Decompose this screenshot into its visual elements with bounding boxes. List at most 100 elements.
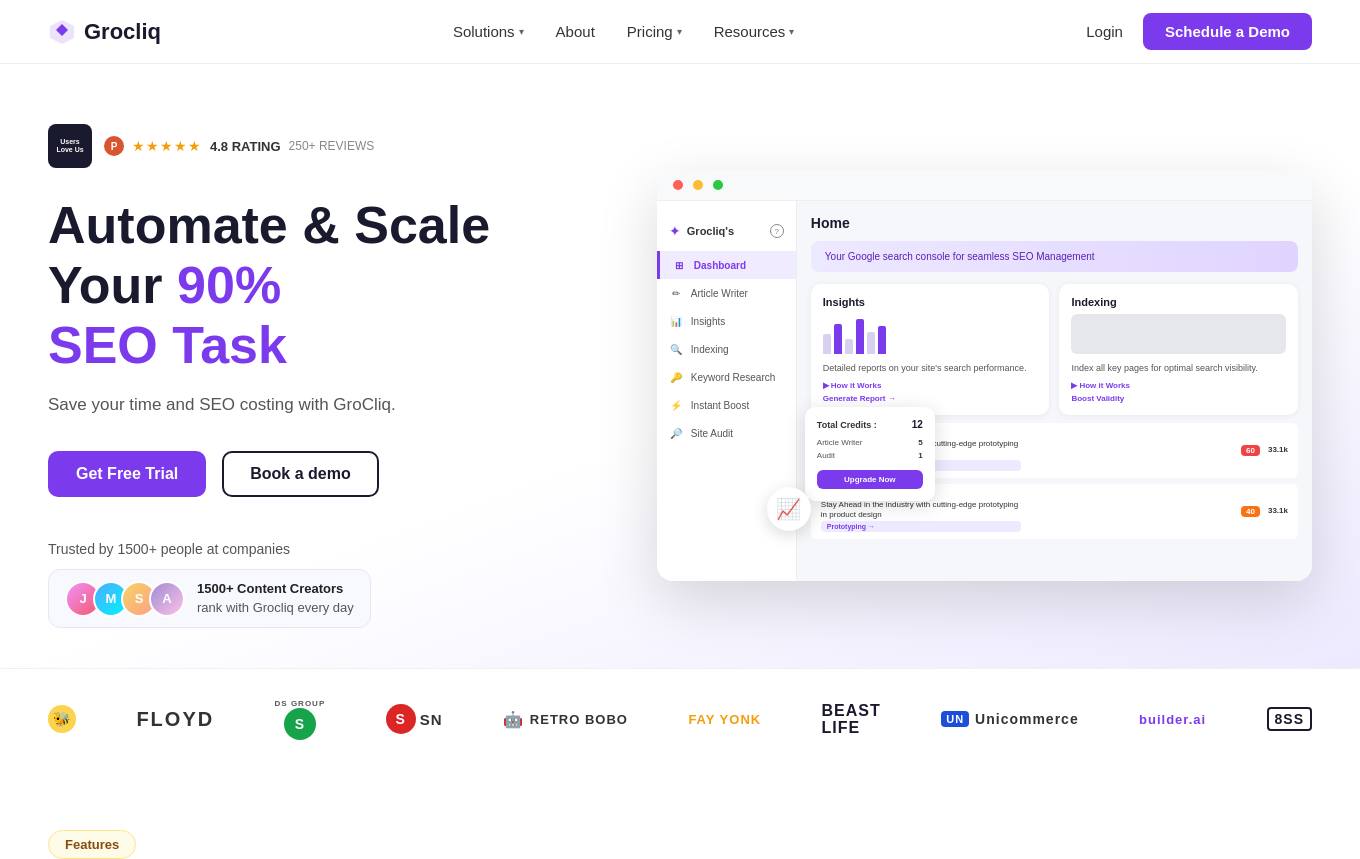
product-hunt-icon: P xyxy=(104,136,124,156)
generate-report-btn[interactable]: Generate Report → xyxy=(823,394,1038,403)
mockup-star-icon: ✦ xyxy=(669,223,681,239)
hero-right: ✦ Grocliq's ? ⊞ Dashboard ✏ Article Writ… xyxy=(617,170,1312,581)
logo-builder-ai: builder.ai xyxy=(1139,712,1206,727)
mockup-main: Home Your Google search console for seam… xyxy=(797,201,1312,581)
indexing-how-it-works-btn[interactable]: ▶ How it Works xyxy=(1071,381,1286,390)
nav-links: Solutions ▾ About Pricing ▾ Resources ▾ xyxy=(453,23,794,40)
get-free-trial-button[interactable]: Get Free Trial xyxy=(48,451,206,497)
sidebar-item-site-audit[interactable]: 🔎 Site Audit xyxy=(657,419,796,447)
rating-value: 4.8 RATING xyxy=(210,139,281,154)
avatar-4: A xyxy=(149,581,185,617)
how-it-works-btn[interactable]: ▶ How it Works xyxy=(823,381,1038,390)
logo-retro: 🤖 RETRO BOBO xyxy=(503,710,628,729)
logo-unicommerce: UN Unicommerce xyxy=(941,711,1078,727)
logo-floyd: FLOYD xyxy=(136,708,214,731)
rating-row: P ★★★★★ 4.8 RATING 250+ REVIEWS xyxy=(104,136,374,156)
users-love-us-badge: Users Love Us xyxy=(48,124,92,168)
trusted-label: Trusted by 1500+ people at companies xyxy=(48,541,568,557)
play-icon-2: ▶ xyxy=(1071,381,1077,390)
reviews-count: 250+ REVIEWS xyxy=(289,139,375,153)
insights-icon: 📊 xyxy=(669,314,683,328)
logo-icon-1: 🐝 xyxy=(48,705,76,733)
hero-left: Users Love Us P ★★★★★ 4.8 RATING 250+ RE… xyxy=(48,124,568,628)
logo-item-1: 🐝 xyxy=(48,705,76,733)
article-writer-icon: ✏ xyxy=(669,286,683,300)
logo-beast-life: BEASTLIFE xyxy=(822,702,881,737)
title-line2: SEO Task xyxy=(48,316,287,374)
title-accent: 90% xyxy=(177,256,281,314)
dashboard-mockup: ✦ Grocliq's ? ⊞ Dashboard ✏ Article Writ… xyxy=(657,170,1312,581)
mockup-home-title: Home xyxy=(811,215,1298,231)
star-icons: ★★★★★ xyxy=(132,138,202,154)
logos-row: 🐝 FLOYD DS GROUP S S SN 🤖 RETRO BOBO FAY… xyxy=(48,699,1312,740)
mockup-grid: Insights Detailed reports on your site's… xyxy=(811,284,1298,415)
trusted-text: 1500+ Content Creators rank with Grocliq… xyxy=(197,580,354,616)
hero-subtitle: Save your time and SEO costing with GroC… xyxy=(48,395,568,415)
logo-bss: 8SS xyxy=(1267,707,1312,731)
hero-title: Automate & Scale Your 90% SEO Task xyxy=(48,196,568,375)
bar-4 xyxy=(856,319,864,354)
hero-section: Users Love Us P ★★★★★ 4.8 RATING 250+ RE… xyxy=(0,64,1360,668)
nav-resources[interactable]: Resources ▾ xyxy=(714,23,795,40)
insights-card-text: Detailed reports on your site's search p… xyxy=(823,362,1038,375)
logo-ds-group: DS GROUP S xyxy=(275,699,326,740)
mockup-banner: Your Google search console for seamless … xyxy=(811,241,1298,272)
bar-chart-icon: 📈 xyxy=(776,497,801,521)
bar-2 xyxy=(834,324,842,354)
dot-red xyxy=(673,180,683,190)
keyword-research-icon: 🔑 xyxy=(669,370,683,384)
insights-card: Insights Detailed reports on your site's… xyxy=(811,284,1050,415)
nav-pricing[interactable]: Pricing ▾ xyxy=(627,23,682,40)
sidebar-item-dashboard[interactable]: ⊞ Dashboard xyxy=(657,251,796,279)
features-badge: Features xyxy=(48,830,136,859)
sidebar-item-article-writer[interactable]: ✏ Article Writer xyxy=(657,279,796,307)
nav-solutions[interactable]: Solutions ▾ xyxy=(453,23,524,40)
dot-green xyxy=(713,180,723,190)
logo-text: Grocliq xyxy=(84,19,161,45)
mockup-logo-row: ✦ Grocliq's ? xyxy=(657,217,796,251)
bar-6 xyxy=(878,326,886,354)
navbar: Grocliq Solutions ▾ About Pricing ▾ Reso… xyxy=(0,0,1360,64)
total-credits-card: Total Credits : 12 Article Writer 5 Audi… xyxy=(805,407,935,501)
hero-badge: Users Love Us P ★★★★★ 4.8 RATING 250+ RE… xyxy=(48,124,568,168)
dot-yellow xyxy=(693,180,703,190)
floating-analytics-icon: 📈 xyxy=(767,487,811,531)
trusted-section: Trusted by 1500+ people at companies J M… xyxy=(48,541,568,627)
nav-right: Login Schedule a Demo xyxy=(1086,13,1312,50)
indexing-card-text: Index all key pages for optimal search v… xyxy=(1071,362,1286,375)
indexing-card: Indexing Index all key pages for optimal… xyxy=(1059,284,1298,415)
features-section: Features Features that help you do SEO i… xyxy=(0,770,1360,859)
insights-chart xyxy=(823,314,1038,354)
book-demo-button[interactable]: Book a demo xyxy=(222,451,378,497)
chevron-down-icon-pricing: ▾ xyxy=(677,26,682,37)
boost-validity-btn[interactable]: Boost Validity xyxy=(1071,394,1286,403)
nav-about[interactable]: About xyxy=(556,23,595,40)
avatar-stack: J M S A xyxy=(65,581,185,617)
mockup-topbar xyxy=(657,170,1312,201)
login-button[interactable]: Login xyxy=(1086,23,1123,40)
logo-sn: S SN xyxy=(386,704,443,734)
hero-buttons: Get Free Trial Book a demo xyxy=(48,451,568,497)
sidebar-item-instant-boost[interactable]: ⚡ Instant Boost xyxy=(657,391,796,419)
mockup-help-icon: ? xyxy=(770,224,784,238)
logo[interactable]: Grocliq xyxy=(48,18,161,46)
logos-section: 🐝 FLOYD DS GROUP S S SN 🤖 RETRO BOBO FAY… xyxy=(0,668,1360,770)
sidebar-item-indexing[interactable]: 🔍 Indexing xyxy=(657,335,796,363)
mockup-body: ✦ Grocliq's ? ⊞ Dashboard ✏ Article Writ… xyxy=(657,201,1312,581)
upgrade-now-button[interactable]: Upgrade Now xyxy=(817,470,923,489)
indexing-icon: 🔍 xyxy=(669,342,683,356)
trusted-avatars: J M S A 1500+ Content Creators rank with… xyxy=(48,569,371,627)
bar-3 xyxy=(845,339,853,354)
sidebar-item-keyword-research[interactable]: 🔑 Keyword Research xyxy=(657,363,796,391)
chevron-down-icon: ▾ xyxy=(519,26,524,37)
instant-boost-icon: ⚡ xyxy=(669,398,683,412)
mockup-logo-text: Grocliq's xyxy=(687,225,734,237)
bar-1 xyxy=(823,334,831,354)
chevron-down-icon-resources: ▾ xyxy=(789,26,794,37)
logo-fay-yonk: FAY YONK xyxy=(688,712,761,727)
site-audit-icon: 🔎 xyxy=(669,426,683,440)
sidebar-item-insights[interactable]: 📊 Insights xyxy=(657,307,796,335)
schedule-demo-button[interactable]: Schedule a Demo xyxy=(1143,13,1312,50)
bar-5 xyxy=(867,332,875,354)
play-icon: ▶ xyxy=(823,381,829,390)
